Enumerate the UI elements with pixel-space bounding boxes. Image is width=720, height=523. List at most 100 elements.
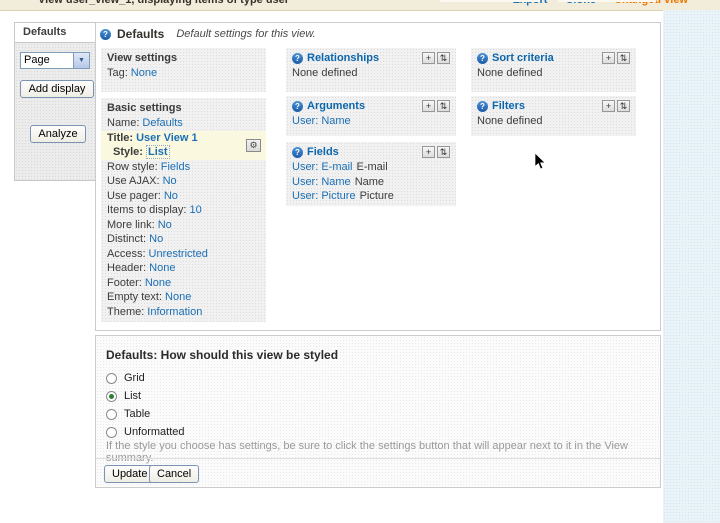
pager-value-link[interactable]: No	[164, 190, 178, 202]
display-type-select[interactable]: Page ▼	[20, 52, 90, 69]
setting-row-style: Style:List	[101, 145, 266, 160]
setting-row-title: Title:User View 1	[101, 131, 266, 146]
help-icon[interactable]: ?	[477, 101, 488, 112]
arguments-title-link[interactable]: Arguments	[307, 100, 365, 112]
fields-title-link[interactable]: Fields	[307, 146, 339, 158]
radio-option-table[interactable]: Table	[106, 408, 150, 420]
setting-row-rowstyle: Row style:Fields	[107, 160, 260, 175]
view-settings-title: View settings	[107, 52, 177, 64]
access-value-link[interactable]: Unrestricted	[149, 248, 208, 260]
rearrange-icon[interactable]: ⇅	[437, 146, 450, 158]
field-name-link[interactable]: User: Name	[292, 176, 351, 188]
radio-button[interactable]	[106, 427, 117, 438]
cropped-toolbar-fragment	[558, 0, 656, 2]
rearrange-icon[interactable]: ⇅	[617, 52, 630, 64]
fields-box: ? Fields + ⇅ User: E-mailE-mail User: Na…	[286, 142, 456, 206]
tab-defaults[interactable]: Defaults	[14, 22, 96, 42]
items-value-link[interactable]: 10	[189, 204, 201, 216]
basic-settings-title: Basic settings	[107, 102, 182, 114]
sort-criteria-title-link[interactable]: Sort criteria	[492, 52, 554, 64]
filters-empty: None defined	[477, 114, 630, 129]
help-icon[interactable]: ?	[292, 53, 303, 64]
empty-value-link[interactable]: None	[165, 291, 191, 303]
radio-label: List	[124, 390, 141, 402]
rearrange-icon[interactable]: ⇅	[437, 52, 450, 64]
footer-value-link[interactable]: None	[145, 277, 171, 289]
field-item-email: User: E-mailE-mail	[292, 160, 450, 175]
add-icon[interactable]: +	[422, 146, 435, 158]
view-title: View user_view_1, displaying items of ty…	[38, 0, 289, 6]
field-item-picture: User: PicturePicture	[292, 189, 450, 204]
setting-row-morelink: More link:No	[107, 218, 260, 233]
setting-row-header: Header:None	[107, 261, 260, 276]
analyze-button[interactable]: Analyze	[30, 125, 86, 143]
ajax-value-link[interactable]: No	[163, 175, 177, 187]
view-settings-box: View settings Tag:None	[101, 48, 266, 92]
radio-button[interactable]	[106, 409, 117, 420]
cropped-toolbar-fragment	[440, 0, 540, 2]
sort-criteria-empty: None defined	[477, 66, 630, 81]
radio-button[interactable]	[106, 373, 117, 384]
name-value-link[interactable]: Defaults	[142, 117, 182, 129]
radio-label: Grid	[124, 372, 145, 384]
add-icon[interactable]: +	[422, 100, 435, 112]
add-icon[interactable]: +	[422, 52, 435, 64]
title-value-link[interactable]: User View 1	[136, 132, 198, 144]
update-button[interactable]: Update	[104, 465, 155, 483]
style-settings-form: Defaults: How should this view be styled…	[95, 335, 661, 488]
tag-value-link[interactable]: None	[131, 67, 157, 79]
rowstyle-value-link[interactable]: Fields	[161, 161, 190, 173]
radio-option-grid[interactable]: Grid	[106, 372, 145, 384]
field-item-name: User: NameName	[292, 175, 450, 190]
relationships-title-link[interactable]: Relationships	[307, 52, 379, 64]
morelink-value-link[interactable]: No	[158, 219, 172, 231]
radio-label: Table	[124, 408, 150, 420]
style-value-link[interactable]: List	[146, 145, 170, 159]
setting-row-empty: Empty text:None	[107, 290, 260, 305]
add-icon[interactable]: +	[602, 100, 615, 112]
cancel-button[interactable]: Cancel	[149, 465, 199, 483]
summary-header: ? Defaults Default settings for this vie…	[100, 27, 316, 41]
setting-row-items: Items to display:10	[107, 203, 260, 218]
theme-value-link[interactable]: Information	[147, 306, 202, 318]
relationships-box: ? Relationships + ⇅ None defined	[286, 48, 456, 92]
summary-title: Defaults	[117, 27, 164, 41]
basic-settings-box: Basic settings Name:Defaults Title:User …	[101, 98, 266, 322]
field-email-link[interactable]: User: E-mail	[292, 161, 353, 173]
style-form-heading: Defaults: How should this view be styled	[106, 348, 338, 362]
help-icon[interactable]: ?	[100, 29, 111, 40]
setting-row-tag: Tag:None	[107, 66, 260, 81]
divider	[96, 458, 660, 459]
argument-item: User: Name	[292, 114, 450, 129]
style-settings-gear-button[interactable]: ⚙	[246, 139, 261, 152]
argument-user-name-link[interactable]: User: Name	[292, 115, 351, 127]
sort-criteria-box: ? Sort criteria + ⇅ None defined	[471, 48, 636, 92]
add-display-button[interactable]: Add display	[20, 80, 94, 98]
setting-row-footer: Footer:None	[107, 276, 260, 291]
relationships-empty: None defined	[292, 66, 450, 81]
setting-row-access: Access:Unrestricted	[107, 247, 260, 262]
help-icon[interactable]: ?	[292, 147, 303, 158]
radio-option-list[interactable]: List	[106, 390, 141, 402]
field-picture-link[interactable]: User: Picture	[292, 190, 356, 202]
radio-label: Unformatted	[124, 426, 185, 438]
setting-row-pager: Use pager:No	[107, 189, 260, 204]
radio-button[interactable]	[106, 391, 117, 402]
view-summary: ? Defaults Default settings for this vie…	[95, 22, 661, 331]
header-value-link[interactable]: None	[149, 262, 175, 274]
filters-title-link[interactable]: Filters	[492, 100, 525, 112]
add-icon[interactable]: +	[602, 52, 615, 64]
distinct-value-link[interactable]: No	[149, 233, 163, 245]
display-sidebar: Page ▼ Add display Analyze	[14, 42, 96, 181]
views-edit-screen: View user_view_1, displaying items of ty…	[0, 0, 720, 523]
page-background	[663, 10, 720, 523]
radio-option-unformatted[interactable]: Unformatted	[106, 426, 185, 438]
rearrange-icon[interactable]: ⇅	[437, 100, 450, 112]
setting-row-ajax: Use AJAX:No	[107, 174, 260, 189]
help-icon[interactable]: ?	[477, 53, 488, 64]
help-icon[interactable]: ?	[292, 101, 303, 112]
setting-row-name: Name:Defaults	[107, 116, 260, 131]
display-type-select-value: Page	[24, 54, 50, 66]
style-form-help-text: If the style you choose has settings, be…	[106, 440, 651, 464]
rearrange-icon[interactable]: ⇅	[617, 100, 630, 112]
